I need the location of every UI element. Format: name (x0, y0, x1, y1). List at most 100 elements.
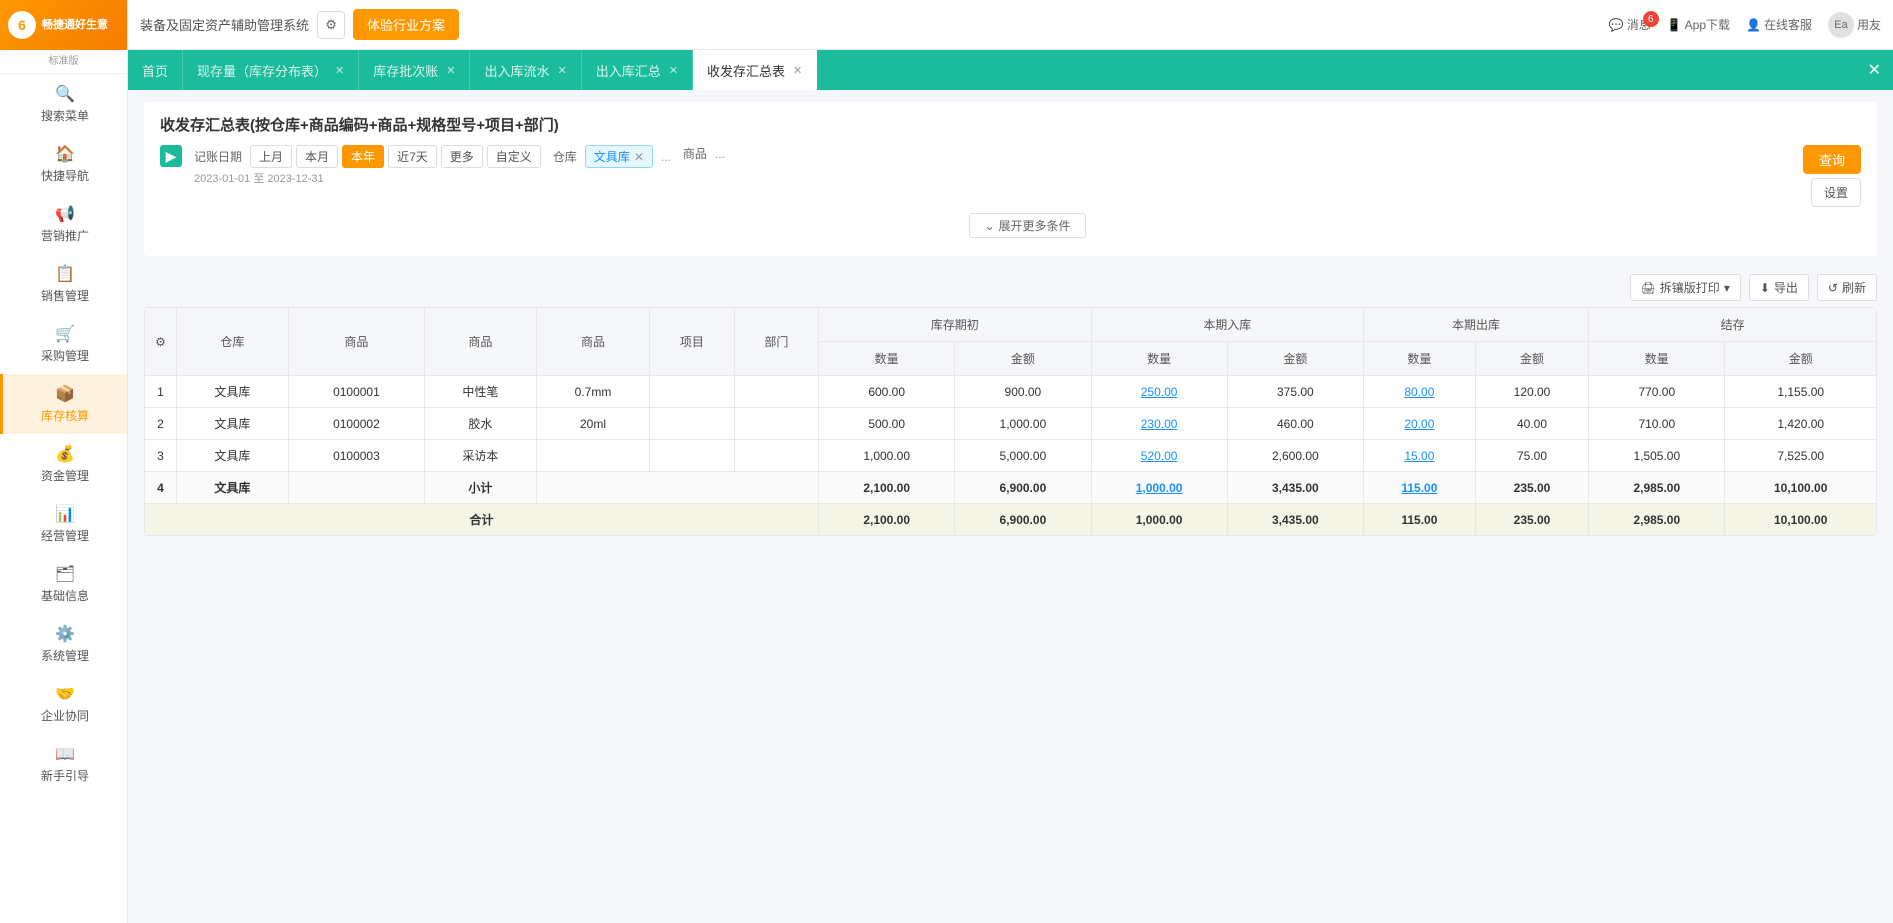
sidebar-item-label: 企业协同 (41, 707, 89, 724)
trial-button[interactable]: 体验行业方案 (353, 9, 459, 40)
tab-bar-close-all[interactable]: ✕ (1856, 60, 1893, 80)
base-icon: 🗂 (55, 564, 75, 584)
date-btn-this-month[interactable]: 本月 (296, 145, 338, 168)
table-settings-button[interactable]: 设置 (1811, 178, 1861, 207)
sidebar-item-purchase[interactable]: 🛒 采购管理 (0, 314, 127, 374)
export-button[interactable]: ⬇ 导出 (1749, 274, 1809, 301)
tab-stock-dist[interactable]: 现存量（库存分布表） ✕ (183, 50, 359, 90)
cell-spec (536, 440, 649, 472)
subtotal-open-qty: 2,100.00 (819, 472, 955, 504)
online-service-button[interactable]: 👤 在线客服 (1746, 16, 1812, 33)
cell-warehouse: 文具库 (177, 408, 289, 440)
footer-bal-amt: 10,100.00 (1725, 504, 1877, 536)
cell-in-qty[interactable]: 250.00 (1091, 376, 1227, 408)
app-download-button[interactable]: 📱 App下载 (1667, 16, 1730, 33)
inventory-icon: 📦 (55, 384, 75, 404)
message-button[interactable]: 💬 消息 6 (1609, 16, 1651, 33)
footer-in-amt: 3,435.00 (1227, 504, 1363, 536)
th-goods-code: 商品 (288, 308, 424, 376)
tab-inout-summary[interactable]: 出入库汇总 ✕ (582, 50, 693, 90)
th-project: 项目 (650, 308, 734, 376)
cell-in-qty[interactable]: 230.00 (1091, 408, 1227, 440)
data-table-wrapper: ⚙ 仓库 商品 商品 商品 项目 部门 库存期初 本期入库 本期出库 结存 (144, 307, 1877, 536)
sidebar-item-system[interactable]: ⚙️ 系统管理 (0, 614, 127, 674)
footer-out-qty: 115.00 (1363, 504, 1475, 536)
sidebar-item-corp[interactable]: 🤝 企业协同 (0, 674, 127, 734)
sidebar-item-label: 快捷导航 (41, 167, 89, 184)
collapse-button[interactable]: ▶ (160, 145, 182, 167)
th-bal-amt: 金额 (1725, 342, 1877, 376)
tab-inout-flow[interactable]: 出入库流水 ✕ (470, 50, 581, 90)
refresh-button[interactable]: ↺ 刷新 (1817, 274, 1877, 301)
warehouse-tag-text: 文具库 (594, 148, 630, 165)
sidebar-item-guide[interactable]: 📖 新手引导 (0, 734, 127, 794)
goods-more[interactable]: ... (715, 147, 725, 161)
expand-icon: ⌄ (984, 219, 994, 233)
footer-open-amt: 6,900.00 (955, 504, 1091, 536)
user-label: 用友 (1857, 16, 1881, 33)
sidebar-item-quicknav[interactable]: 🏠 快捷导航 (0, 134, 127, 194)
cell-in-qty[interactable]: 520.00 (1091, 440, 1227, 472)
sidebar-item-label: 搜索菜单 (41, 107, 89, 124)
system-icon: ⚙️ (55, 624, 75, 644)
date-btn-custom[interactable]: 自定义 (487, 145, 541, 168)
cell-no: 1 (145, 376, 177, 408)
export-icon: ⬇ (1760, 281, 1770, 295)
subtotal-bal-qty: 2,985.00 (1589, 472, 1725, 504)
th-open-amt: 金额 (955, 342, 1091, 376)
top-nav-left: 装备及固定资产辅助管理系统 ⚙ 体验行业方案 (140, 9, 459, 40)
subtotal-out-qty[interactable]: 115.00 (1363, 472, 1475, 504)
warehouse-tag-close[interactable]: ✕ (634, 150, 644, 164)
tab-inout-flow-close[interactable]: ✕ (558, 64, 567, 77)
cell-open-amt: 1,000.00 (955, 408, 1091, 440)
sales-icon: 📋 (55, 264, 75, 284)
sidebar-item-label: 资金管理 (41, 467, 89, 484)
th-settings[interactable]: ⚙ (145, 308, 177, 376)
cell-spec: 20ml (536, 408, 649, 440)
expand-conditions-button[interactable]: ⌄ 展开更多条件 (969, 213, 1085, 238)
date-btn-last-month[interactable]: 上月 (250, 145, 292, 168)
cell-bal-qty: 770.00 (1589, 376, 1725, 408)
cell-in-amt: 2,600.00 (1227, 440, 1363, 472)
tab-batch[interactable]: 库存批次账 ✕ (359, 50, 470, 90)
date-btn-7days[interactable]: 近7天 (388, 145, 437, 168)
table-toolbar: 🖨 拆镶版打印 ▾ ⬇ 导出 ↺ 刷新 (144, 266, 1877, 307)
warehouse-more[interactable]: ... (661, 150, 671, 164)
date-btn-more[interactable]: 更多 (441, 145, 483, 168)
expand-btn-label: 展开更多条件 (999, 217, 1071, 234)
sidebar-item-marketing[interactable]: 📢 营销推广 (0, 194, 127, 254)
th-group-open: 库存期初 (819, 308, 1091, 342)
tab-recv-send[interactable]: 收发存汇总表 ✕ (693, 50, 817, 90)
tab-home[interactable]: 首页 (128, 50, 183, 90)
tab-batch-close[interactable]: ✕ (446, 64, 455, 77)
warehouse-tag[interactable]: 文具库 ✕ (585, 145, 653, 168)
footer-out-amt: 235.00 (1475, 504, 1588, 536)
tab-inout-summary-close[interactable]: ✕ (669, 64, 678, 77)
sidebar-item-base[interactable]: 🗂 基础信息 (0, 554, 127, 614)
tab-recv-send-close[interactable]: ✕ (793, 64, 802, 77)
user-menu-button[interactable]: Ea 用友 (1828, 12, 1881, 38)
th-out-amt: 金额 (1475, 342, 1588, 376)
cell-out-qty[interactable]: 20.00 (1363, 408, 1475, 440)
tab-inout-summary-label: 出入库汇总 (596, 61, 661, 80)
date-btn-this-year[interactable]: 本年 (342, 145, 384, 168)
sidebar-item-operation[interactable]: 📊 经营管理 (0, 494, 127, 554)
sidebar-item-sales[interactable]: 📋 销售管理 (0, 254, 127, 314)
goods-label: 商品 (683, 145, 707, 162)
logo-icon: 6 (8, 11, 36, 39)
sidebar-item-inventory[interactable]: 📦 库存核算 (0, 374, 127, 434)
table-subtotal-row: 4 文具库 小计 2,100.00 6,900.00 1,000.00 3,43… (145, 472, 1877, 504)
subtotal-in-qty[interactable]: 1,000.00 (1091, 472, 1227, 504)
cell-out-qty[interactable]: 80.00 (1363, 376, 1475, 408)
app-label: App下载 (1685, 16, 1730, 33)
sidebar-item-search[interactable]: 🔍 搜索菜单 (0, 74, 127, 134)
tab-stock-dist-close[interactable]: ✕ (335, 64, 344, 77)
cell-out-qty[interactable]: 15.00 (1363, 440, 1475, 472)
sidebar-item-finance[interactable]: 💰 资金管理 (0, 434, 127, 494)
tab-bar: 首页 现存量（库存分布表） ✕ 库存批次账 ✕ 出入库流水 ✕ 出入库汇总 ✕ … (128, 50, 1893, 90)
query-button[interactable]: 查询 (1803, 145, 1861, 174)
system-settings-button[interactable]: ⚙ (317, 11, 345, 39)
date-filter: 记账日期 上月 本月 本年 近7天 更多 自定义 (194, 145, 541, 186)
subtotal-no: 4 (145, 472, 177, 504)
print-button[interactable]: 🖨 拆镶版打印 ▾ (1630, 274, 1741, 301)
